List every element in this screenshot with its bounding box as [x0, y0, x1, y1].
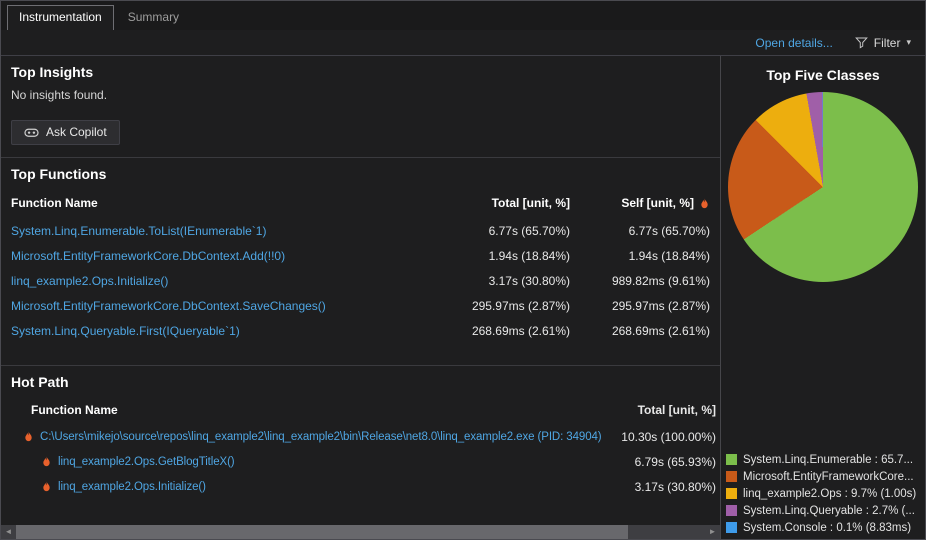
function-link[interactable]: C:\Users\mikejo\source\repos\linq_exampl… — [40, 431, 602, 443]
legend-item[interactable]: System.Linq.Enumerable : 65.7... — [726, 451, 920, 468]
self-value: 1.94s (18.84%) — [628, 248, 710, 263]
column-total[interactable]: Total [unit, %] — [420, 196, 570, 210]
flame-icon — [699, 197, 710, 210]
scrollbar-track[interactable] — [628, 525, 705, 539]
content-area: Top Insights No insights found. Ask Copi… — [1, 56, 925, 539]
top-five-classes-panel: Top Five Classes System.Linq.Enumerable … — [721, 56, 925, 539]
filter-dropdown[interactable]: Filter ▾ — [854, 35, 911, 50]
column-function-name[interactable]: Function Name — [1, 403, 602, 417]
details-pane: Top Insights No insights found. Ask Copi… — [1, 56, 721, 539]
tab-instrumentation[interactable]: Instrumentation — [7, 5, 114, 30]
top-functions-section: Top Functions Function Name Total [unit,… — [1, 157, 720, 353]
total-value: 10.30s (100.00%) — [621, 429, 716, 444]
tab-summary[interactable]: Summary — [116, 5, 191, 30]
table-row[interactable]: linq_example2.Ops.GetBlogTitleX() 6.79s … — [1, 449, 720, 474]
tab-bar: Instrumentation Summary — [1, 1, 925, 30]
hot-path-title: Hot Path — [11, 374, 69, 390]
horizontal-scrollbar[interactable]: ◄ ► — [1, 525, 720, 539]
flame-icon — [41, 455, 52, 468]
column-function-name[interactable]: Function Name — [11, 196, 420, 210]
self-value: 268.69ms (2.61%) — [611, 323, 710, 338]
legend-swatch — [726, 522, 737, 533]
function-link[interactable]: Microsoft.EntityFrameworkCore.DbContext.… — [11, 249, 420, 263]
function-link[interactable]: linq_example2.Ops.GetBlogTitleX() — [58, 456, 235, 468]
chevron-down-icon: ▾ — [906, 37, 911, 47]
legend-item[interactable]: linq_example2.Ops : 9.7% (1.00s) — [726, 485, 920, 502]
hot-path-root: C:\Users\mikejo\source\repos\linq_exampl… — [1, 430, 602, 443]
filter-label: Filter — [873, 35, 901, 50]
hot-path-icon — [23, 430, 34, 443]
ask-copilot-button[interactable]: Ask Copilot — [11, 120, 120, 145]
total-value: 3.17s (30.80%) — [488, 273, 570, 288]
top-insights-title: Top Insights — [11, 64, 94, 80]
pie-chart[interactable] — [728, 92, 918, 282]
table-row[interactable]: System.Linq.Queryable.First(IQueryable`1… — [1, 318, 720, 343]
top-insights-section: Top Insights No insights found. Ask Copi… — [1, 56, 720, 157]
hot-path-child: linq_example2.Ops.Initialize() — [1, 480, 602, 493]
total-value: 6.79s (65.93%) — [634, 454, 716, 469]
scroll-right-icon[interactable]: ► — [705, 525, 720, 539]
legend-item[interactable]: System.Console : 0.1% (8.83ms) — [726, 519, 920, 536]
filter-icon — [854, 37, 868, 49]
legend-item[interactable]: System.Linq.Queryable : 2.7% (... — [726, 502, 920, 519]
total-value: 3.17s (30.80%) — [634, 479, 716, 494]
open-details-link[interactable]: Open details... — [755, 36, 832, 50]
toolbar: Open details... Filter ▾ — [1, 30, 925, 56]
top-functions-title: Top Functions — [11, 166, 107, 182]
hot-path-section: Hot Path Function Name Total [unit, %] C… — [1, 365, 720, 509]
table-row[interactable]: linq_example2.Ops.Initialize() 3.17s (30… — [1, 474, 720, 499]
table-row[interactable]: Microsoft.EntityFrameworkCore.DbContext.… — [1, 293, 720, 318]
flame-icon — [41, 480, 52, 493]
function-link[interactable]: System.Linq.Queryable.First(IQueryable`1… — [11, 324, 420, 338]
no-insights-message: No insights found. — [11, 88, 108, 102]
self-value: 989.82ms (9.61%) — [611, 273, 710, 288]
top-functions-header: Function Name Total [unit, %] Self [unit… — [1, 188, 720, 218]
total-value: 6.77s (65.70%) — [488, 223, 570, 238]
profiler-window: Instrumentation Summary Open details... … — [0, 0, 926, 540]
column-total[interactable]: Total [unit, %] — [602, 403, 716, 417]
function-link[interactable]: System.Linq.Enumerable.ToList(IEnumerabl… — [11, 224, 420, 238]
copilot-icon — [24, 128, 39, 137]
legend-label: Microsoft.EntityFrameworkCore... — [743, 470, 914, 483]
legend-label: System.Linq.Enumerable : 65.7... — [743, 453, 914, 466]
column-self-label: Self [unit, %] — [621, 196, 694, 210]
pie-legend: System.Linq.Enumerable : 65.7... Microso… — [721, 451, 925, 539]
hot-path-child: linq_example2.Ops.GetBlogTitleX() — [1, 455, 602, 468]
function-link[interactable]: linq_example2.Ops.Initialize() — [58, 481, 206, 493]
legend-swatch — [726, 488, 737, 499]
table-row[interactable]: C:\Users\mikejo\source\repos\linq_exampl… — [1, 424, 720, 449]
total-value: 268.69ms (2.61%) — [471, 323, 570, 338]
legend-label: System.Linq.Queryable : 2.7% (... — [743, 504, 915, 517]
function-link[interactable]: Microsoft.EntityFrameworkCore.DbContext.… — [11, 299, 420, 313]
legend-swatch — [726, 505, 737, 516]
total-value: 295.97ms (2.87%) — [471, 298, 570, 313]
scroll-left-icon[interactable]: ◄ — [1, 525, 16, 539]
legend-swatch — [726, 471, 737, 482]
function-link[interactable]: linq_example2.Ops.Initialize() — [11, 274, 420, 288]
legend-item[interactable]: Microsoft.EntityFrameworkCore... — [726, 468, 920, 485]
legend-label: System.Console : 0.1% (8.83ms) — [743, 521, 912, 534]
self-value: 6.77s (65.70%) — [628, 223, 710, 238]
ask-copilot-label: Ask Copilot — [46, 125, 107, 139]
total-value: 1.94s (18.84%) — [488, 248, 570, 263]
self-value: 295.97ms (2.87%) — [611, 298, 710, 313]
legend-label: linq_example2.Ops : 9.7% (1.00s) — [743, 487, 917, 500]
table-row[interactable]: linq_example2.Ops.Initialize() 3.17s (30… — [1, 268, 720, 293]
pie-chart-title: Top Five Classes — [766, 67, 880, 83]
column-self[interactable]: Self [unit, %] — [570, 196, 710, 210]
table-row[interactable]: System.Linq.Enumerable.ToList(IEnumerabl… — [1, 218, 720, 243]
legend-swatch — [726, 454, 737, 465]
scrollbar-thumb[interactable] — [16, 525, 628, 539]
hot-path-header: Function Name Total [unit, %] — [1, 396, 720, 424]
table-row[interactable]: Microsoft.EntityFrameworkCore.DbContext.… — [1, 243, 720, 268]
